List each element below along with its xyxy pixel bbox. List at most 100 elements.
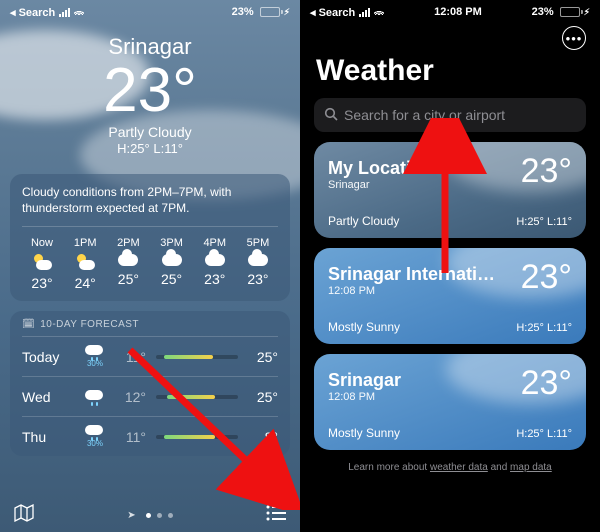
city-temp: 23° [521, 258, 572, 297]
high-temp: 25° [248, 349, 278, 365]
hour-temp: 23° [204, 271, 225, 287]
city-hilo: H:25° L:11° [516, 322, 572, 334]
bottom-toolbar: ➤ [0, 498, 300, 532]
hour-temp: 24° [75, 275, 96, 291]
search-input[interactable]: Search for a city or airport [314, 98, 586, 132]
low-temp: 11° [112, 349, 146, 365]
hourly-card[interactable]: Cloudy conditions from 2PM–7PM, with thu… [10, 174, 290, 301]
charging-icon: ⚡︎ [584, 7, 590, 18]
day-label: Wed [22, 389, 78, 405]
battery-percent: 23% [532, 6, 554, 18]
hour-temp: 23° [247, 271, 268, 287]
forecast-row[interactable]: Wed 12° 25° [22, 376, 278, 416]
list-button[interactable] [266, 505, 286, 526]
precip-pct: 30% [87, 359, 103, 368]
city-card[interactable]: My LocationSrinagar 23° Partly Cloudy H:25°… [314, 142, 586, 238]
rain-cloud-icon [85, 345, 105, 359]
rain-cloud-icon [85, 425, 105, 439]
status-time: 12:08 PM [434, 6, 482, 18]
hour-temp: 23° [31, 275, 52, 291]
hour-label: 1PM [74, 237, 97, 249]
hour-label: 2PM [117, 237, 140, 249]
low-temp: 12° [112, 389, 146, 405]
current-condition: Partly Cloudy [0, 124, 300, 140]
day-label: Today [22, 349, 78, 365]
city-temp: 23° [521, 364, 572, 403]
hourly-forecast[interactable]: Now 23° 1PM 24° 2PM 25° 3PM 25° 4PM 23° 5PM 23° [22, 226, 278, 291]
city-sub: 12:08 PM [328, 285, 498, 297]
current-temp: 23° [0, 60, 300, 122]
search-placeholder: Search for a city or airport [344, 107, 505, 123]
hour-label: 5PM [247, 237, 270, 249]
precip-pct: 30% [87, 439, 103, 448]
city-hilo: H:25° L:11° [516, 428, 572, 440]
back-to-app[interactable]: ◂ Search [310, 6, 355, 19]
more-button[interactable]: ••• [562, 26, 586, 50]
cloud-icon [248, 254, 268, 266]
location-arrow-icon: ➤ [127, 510, 135, 521]
cell-signal-icon [59, 8, 70, 17]
forecast-row[interactable]: Today 30% 11° 25° [22, 336, 278, 376]
battery-icon: ⚡︎ [258, 7, 290, 18]
temp-range-bar [156, 435, 238, 439]
forecast-row[interactable]: Thu 30% 11° 8° [22, 416, 278, 456]
weather-list-screen: ◂ Search 12:08 PM 23% ⚡︎ ••• Weather Sea… [300, 0, 600, 532]
charging-icon: ⚡︎ [284, 7, 290, 18]
map-button[interactable] [14, 504, 34, 527]
temp-range-bar [156, 355, 238, 359]
high-temp: 25° [248, 389, 278, 405]
hour-column: Now 23° [22, 237, 62, 291]
hour-column: 2PM 25° [108, 237, 148, 291]
high-temp: 8° [248, 429, 278, 445]
hour-label: Now [31, 237, 53, 249]
back-to-app[interactable]: ◂ Search [10, 6, 55, 19]
city-hilo: H:25° L:11° [516, 216, 572, 228]
cloud-icon [118, 254, 138, 266]
rain-cloud-icon [85, 390, 105, 404]
hour-column: 1PM 24° [65, 237, 105, 291]
summary-text: Cloudy conditions from 2PM–7PM, with thu… [22, 184, 278, 216]
weather-data-link[interactable]: weather data [430, 462, 488, 473]
city-sub: Srinagar [328, 179, 433, 191]
ten-day-card[interactable]: 🗓 10-DAY FORECAST Today 30% 11° 25° Wed 12° 25… [10, 311, 290, 456]
hour-column: 5PM 23° [238, 237, 278, 291]
battery-icon: ⚡︎ [558, 7, 590, 18]
wifi-icon [374, 6, 384, 18]
hour-label: 3PM [160, 237, 183, 249]
battery-percent: 23% [232, 6, 254, 18]
hour-column: 3PM 25° [152, 237, 192, 291]
hour-label: 4PM [203, 237, 226, 249]
city-card[interactable]: Srinagar12:08 PM 23° Mostly Sunny H:25° L:1… [314, 354, 586, 450]
city-temp: 23° [521, 152, 572, 191]
cell-signal-icon [359, 8, 370, 17]
weather-detail-screen: ◂ Search 23% ⚡︎ Srinagar 23° Partly Clou… [0, 0, 300, 532]
calendar-icon: 🗓 [22, 319, 35, 330]
city-card[interactable]: Srinagar Internatio…12:08 PM23°Mostly Su… [314, 248, 586, 344]
current-weather-hero: Srinagar 23° Partly Cloudy H:25° L:11° [0, 20, 300, 164]
sun-cloud-icon [32, 254, 52, 270]
wifi-icon [74, 6, 84, 18]
city-condition: Mostly Sunny [328, 426, 400, 440]
ten-day-title: 🗓 10-DAY FORECAST [22, 319, 278, 336]
day-label: Thu [22, 429, 78, 445]
hour-temp: 25° [161, 271, 182, 287]
cloud-icon [205, 254, 225, 266]
map-data-link[interactable]: map data [510, 462, 552, 473]
page-dots[interactable]: ➤ [127, 510, 172, 521]
sun-cloud-icon [75, 254, 95, 270]
hour-column: 4PM 23° [195, 237, 235, 291]
search-icon [324, 107, 338, 124]
hour-temp: 25° [118, 271, 139, 287]
city-name: My Location [328, 159, 433, 179]
city-condition: Partly Cloudy [328, 214, 399, 228]
learn-more: Learn more about weather data and map da… [300, 450, 600, 485]
status-bar: ◂ Search 23% ⚡︎ [0, 0, 300, 20]
cloud-icon [162, 254, 182, 266]
temp-range-bar [156, 395, 238, 399]
page-title: Weather [300, 50, 600, 98]
city-sub: 12:08 PM [328, 391, 401, 403]
low-temp: 11° [112, 429, 146, 445]
city-condition: Mostly Sunny [328, 320, 400, 334]
high-low: H:25° L:11° [0, 141, 300, 156]
city-name: Srinagar [328, 371, 401, 391]
